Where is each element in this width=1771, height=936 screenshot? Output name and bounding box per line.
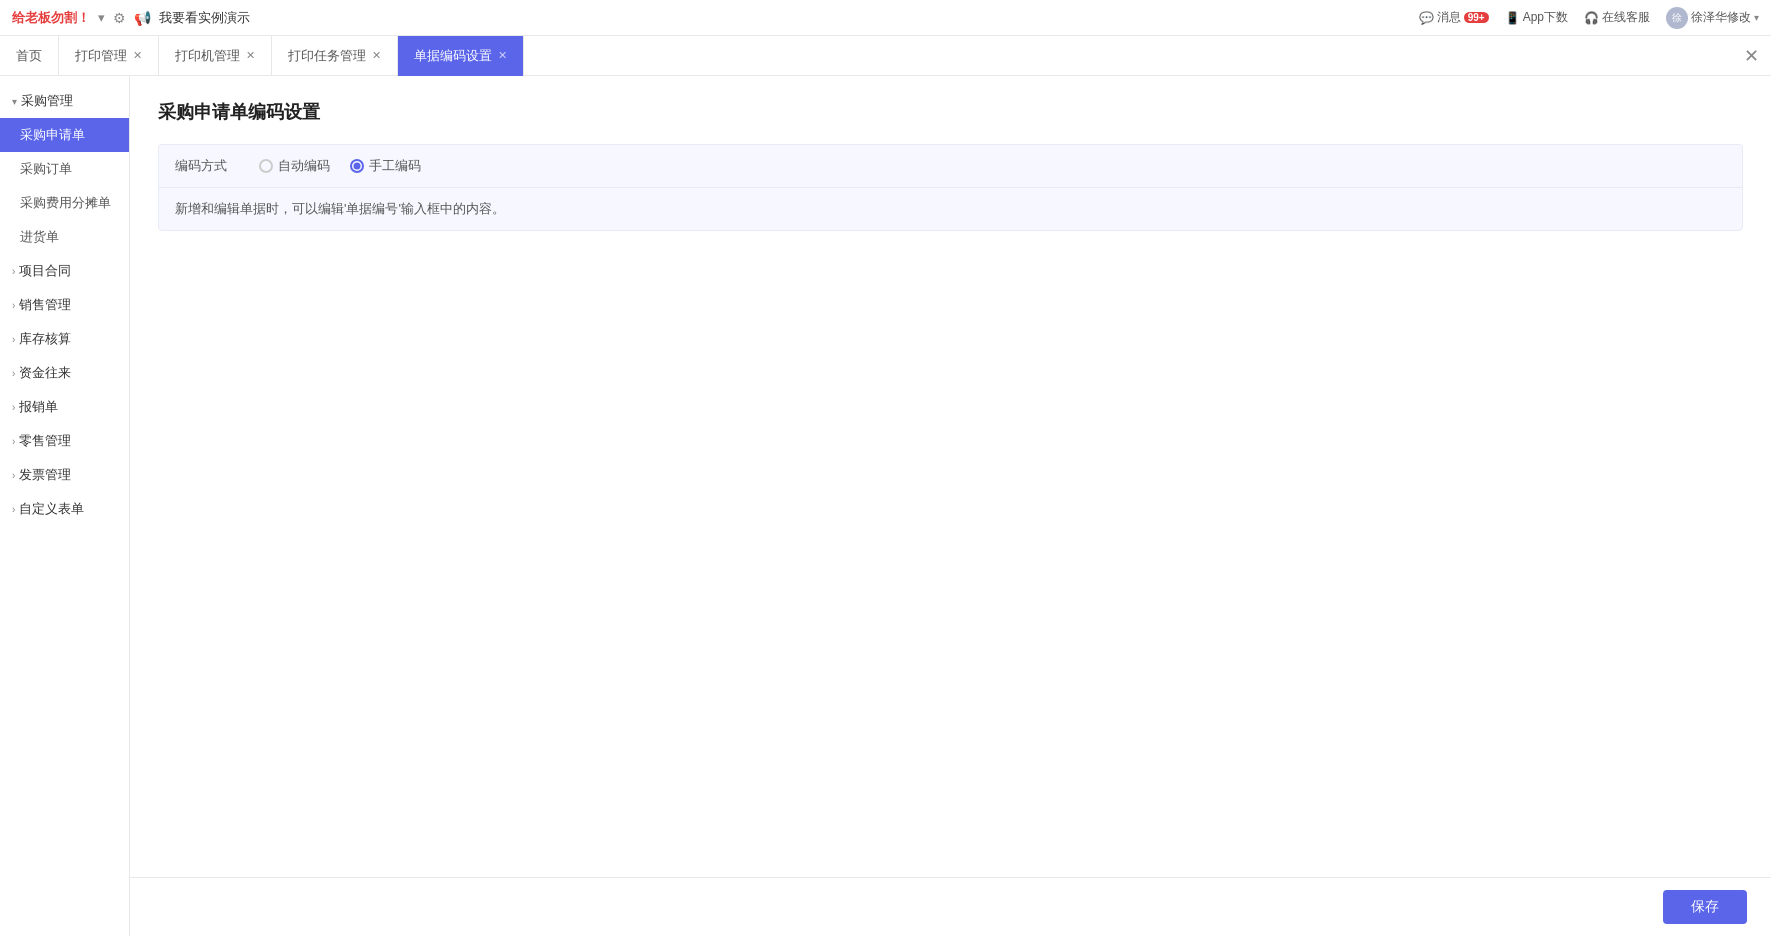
page-title: 采购申请单编码设置	[158, 100, 1743, 124]
main-layout: ▾ 采购管理 采购申请单 采购订单 采购费用分摊单 进货单 › 项目合同	[0, 76, 1771, 936]
sidebar-group-custom-title[interactable]: › 自定义表单	[0, 492, 129, 526]
sidebar-group-expense: › 报销单	[0, 390, 129, 424]
user-name: 徐泽华修改	[1691, 9, 1751, 26]
arrow-right-icon7: ›	[12, 470, 15, 481]
radio-auto-circle	[259, 159, 273, 173]
user-item[interactable]: 徐 徐泽华修改 ▾	[1666, 7, 1759, 29]
radio-auto[interactable]: 自动编码	[259, 157, 330, 175]
sidebar-group-retail: › 零售管理	[0, 424, 129, 458]
arrow-right-icon4: ›	[12, 368, 15, 379]
sidebar-group-invoice: › 发票管理	[0, 458, 129, 492]
service-icon: 🎧	[1584, 11, 1599, 25]
message-item[interactable]: 💬 消息 99+	[1419, 9, 1489, 26]
tab-printer-manage-close[interactable]: ✕	[246, 49, 255, 62]
content-area: 采购申请单编码设置 编码方式 自动编码 手工编码	[130, 76, 1771, 936]
announce-text[interactable]: 我要看实例演示	[159, 9, 250, 27]
arrow-right-icon: ›	[12, 266, 15, 277]
tab-bar-end: ✕	[1744, 45, 1771, 67]
arrow-right-icon8: ›	[12, 504, 15, 515]
arrow-right-icon5: ›	[12, 402, 15, 413]
tab-printer-manage-label: 打印机管理	[175, 47, 240, 65]
top-bar-right: 💬 消息 99+ 📱 App下数 🎧 在线客服 徐 徐泽华修改 ▾	[1419, 7, 1759, 29]
sidebar-group-inventory-label: 库存核算	[19, 330, 71, 348]
sidebar-group-purchase-title[interactable]: ▾ 采购管理	[0, 84, 129, 118]
sidebar-group-project: › 项目合同	[0, 254, 129, 288]
sidebar-group-sales: › 销售管理	[0, 288, 129, 322]
sidebar-group-sales-title[interactable]: › 销售管理	[0, 288, 129, 322]
sidebar-group-invoice-label: 发票管理	[19, 466, 71, 484]
content-main: 采购申请单编码设置 编码方式 自动编码 手工编码	[130, 76, 1771, 877]
tab-print-task-close[interactable]: ✕	[372, 49, 381, 62]
tab-single-code-close[interactable]: ✕	[498, 49, 507, 62]
sidebar-group-expense-label: 报销单	[19, 398, 58, 416]
arrow-down-icon: ▾	[12, 96, 17, 107]
tab-home-label: 首页	[16, 47, 42, 65]
radio-manual[interactable]: 手工编码	[350, 157, 421, 175]
app-download-item[interactable]: 📱 App下数	[1505, 9, 1568, 26]
sidebar-group-purchase-label: 采购管理	[21, 92, 73, 110]
tab-printer-manage[interactable]: 打印机管理 ✕	[159, 36, 272, 76]
gear-icon[interactable]: ⚙	[113, 10, 126, 26]
save-button[interactable]: 保存	[1663, 890, 1747, 924]
sidebar-group-project-title[interactable]: › 项目合同	[0, 254, 129, 288]
tab-print-manage[interactable]: 打印管理 ✕	[59, 36, 159, 76]
avatar: 徐	[1666, 7, 1688, 29]
arrow-right-icon6: ›	[12, 436, 15, 447]
logo-text: 给老板勿割！	[12, 9, 90, 27]
announce-icon: 📢	[134, 10, 151, 26]
radio-manual-circle	[350, 159, 364, 173]
sidebar-group-finance: › 资金往来	[0, 356, 129, 390]
sidebar-item-stock-in[interactable]: 进货单	[0, 220, 129, 254]
app-download-label: App下数	[1523, 9, 1568, 26]
tab-print-task-label: 打印任务管理	[288, 47, 366, 65]
sidebar-group-expense-title[interactable]: › 报销单	[0, 390, 129, 424]
sidebar-item-purchase-apply[interactable]: 采购申请单	[0, 118, 129, 152]
radio-auto-label: 自动编码	[278, 157, 330, 175]
coding-row: 编码方式 自动编码 手工编码	[159, 145, 1742, 188]
radio-manual-label: 手工编码	[369, 157, 421, 175]
tab-single-code-label: 单据编码设置	[414, 47, 492, 65]
top-bar: 给老板勿割！ ▾ ⚙ 📢 我要看实例演示 💬 消息 99+ 📱 App下数 🎧 …	[0, 0, 1771, 36]
tab-print-manage-close[interactable]: ✕	[133, 49, 142, 62]
top-bar-left: 给老板勿割！ ▾ ⚙ 📢 我要看实例演示	[12, 9, 250, 27]
sidebar-group-inventory: › 库存核算	[0, 322, 129, 356]
content-footer: 保存	[130, 877, 1771, 936]
dropdown-icon[interactable]: ▾	[98, 10, 105, 25]
online-service-label: 在线客服	[1602, 9, 1650, 26]
info-text: 新增和编辑单据时，可以编辑'单据编号'输入框中的内容。	[159, 188, 1742, 230]
message-icon: 💬	[1419, 11, 1434, 25]
sidebar-group-custom-label: 自定义表单	[19, 500, 84, 518]
online-service-item[interactable]: 🎧 在线客服	[1584, 9, 1650, 26]
arrow-right-icon2: ›	[12, 300, 15, 311]
sidebar: ▾ 采购管理 采购申请单 采购订单 采购费用分摊单 进货单 › 项目合同	[0, 76, 130, 936]
sidebar-group-invoice-title[interactable]: › 发票管理	[0, 458, 129, 492]
sidebar-group-retail-label: 零售管理	[19, 432, 71, 450]
sidebar-group-purchase: ▾ 采购管理 采购申请单 采购订单 采购费用分摊单 进货单	[0, 84, 129, 254]
sidebar-group-sales-label: 销售管理	[19, 296, 71, 314]
sidebar-group-finance-title[interactable]: › 资金往来	[0, 356, 129, 390]
sidebar-item-purchase-expense[interactable]: 采购费用分摊单	[0, 186, 129, 220]
user-dropdown-icon: ▾	[1754, 12, 1759, 23]
tab-single-code[interactable]: 单据编码设置 ✕	[398, 36, 524, 76]
close-all-icon[interactable]: ✕	[1744, 46, 1759, 66]
tab-home[interactable]: 首页	[0, 36, 59, 76]
coding-section: 编码方式 自动编码 手工编码 新增和编辑单据时，可以编辑'单据编号'输入框中的内…	[158, 144, 1743, 231]
radio-group: 自动编码 手工编码	[259, 157, 421, 175]
arrow-right-icon3: ›	[12, 334, 15, 345]
sidebar-item-purchase-order[interactable]: 采购订单	[0, 152, 129, 186]
tab-bar: 首页 打印管理 ✕ 打印机管理 ✕ 打印任务管理 ✕ 单据编码设置 ✕ ✕	[0, 36, 1771, 76]
sidebar-group-retail-title[interactable]: › 零售管理	[0, 424, 129, 458]
sidebar-group-project-label: 项目合同	[19, 262, 71, 280]
coding-label: 编码方式	[175, 157, 235, 175]
sidebar-group-custom: › 自定义表单	[0, 492, 129, 526]
message-label: 消息	[1437, 9, 1461, 26]
tab-print-task[interactable]: 打印任务管理 ✕	[272, 36, 398, 76]
app-icon: 📱	[1505, 11, 1520, 25]
sidebar-group-inventory-title[interactable]: › 库存核算	[0, 322, 129, 356]
message-badge: 99+	[1464, 12, 1489, 23]
tab-print-manage-label: 打印管理	[75, 47, 127, 65]
sidebar-group-finance-label: 资金往来	[19, 364, 71, 382]
